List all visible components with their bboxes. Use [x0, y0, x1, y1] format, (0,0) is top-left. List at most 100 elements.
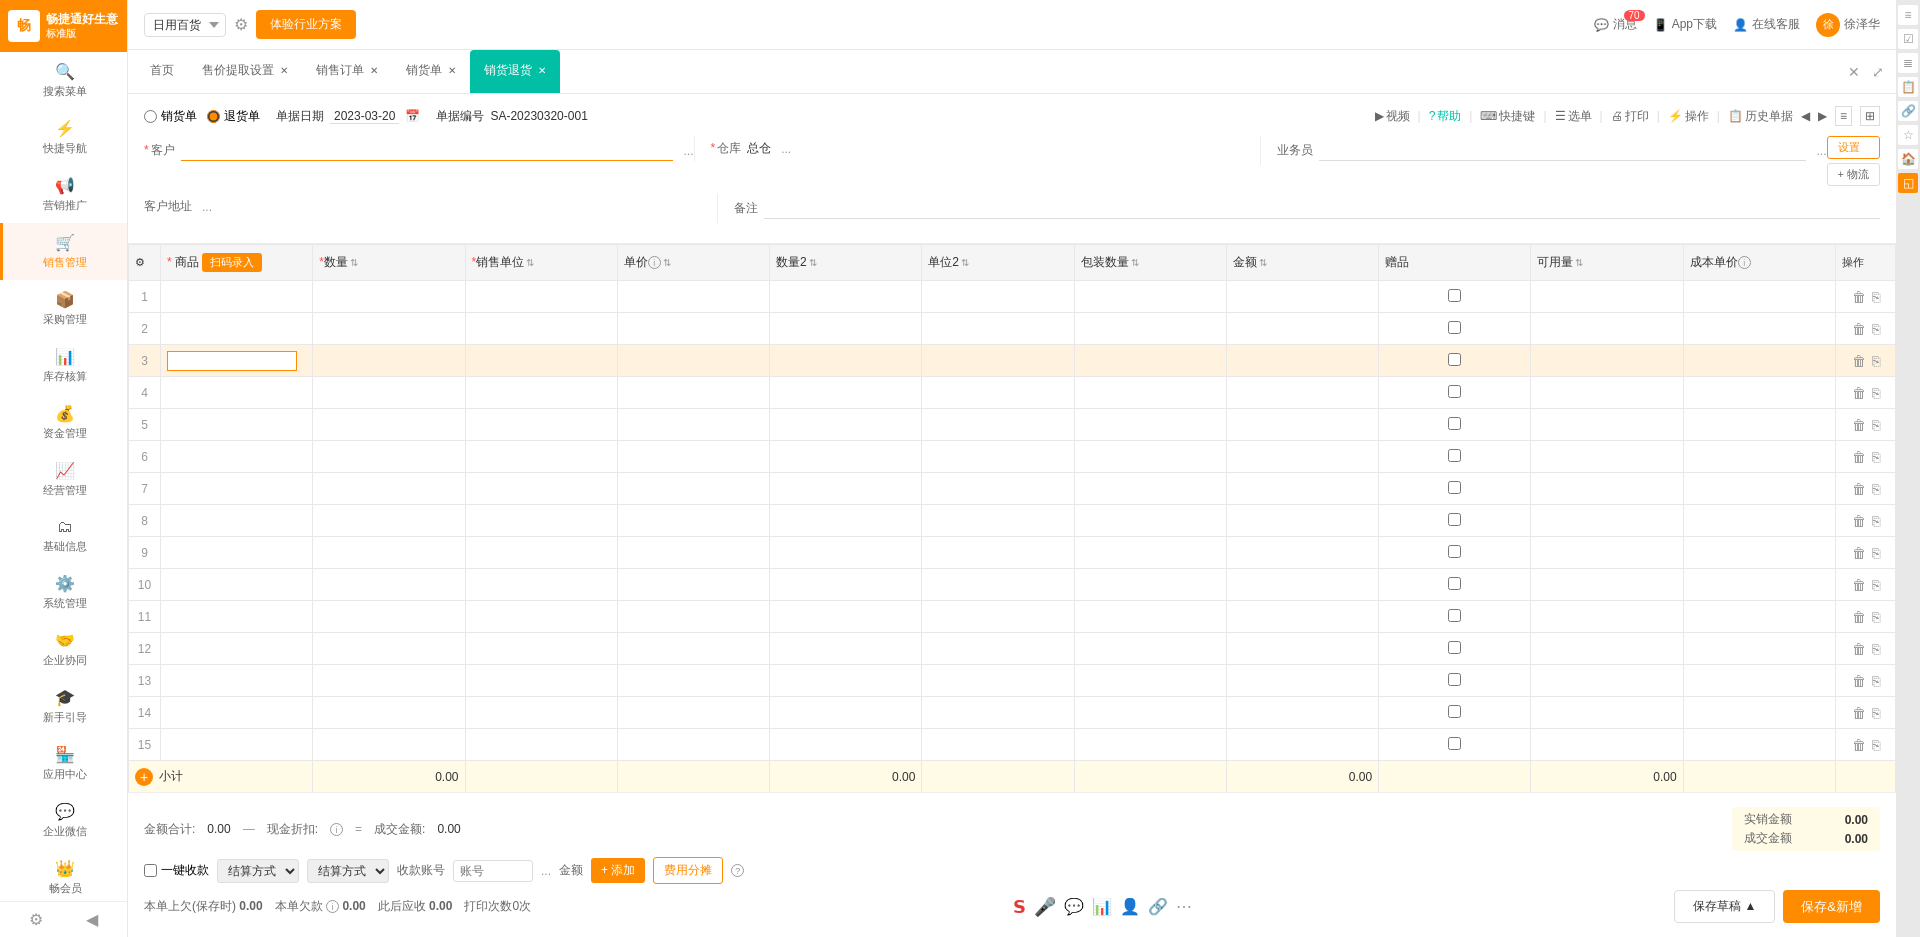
history-link[interactable]: 📋 历史单据	[1728, 108, 1793, 125]
row-unit2-7[interactable]	[922, 473, 1074, 505]
customer-input[interactable]	[181, 140, 674, 161]
row-unit2-12[interactable]	[922, 633, 1074, 665]
sidebar-item-appstore[interactable]: 🏪 应用中心	[0, 735, 127, 792]
row-price-4[interactable]	[617, 377, 769, 409]
row-amount-5[interactable]	[1226, 409, 1378, 441]
copy-row-15[interactable]: ⎘	[1872, 737, 1880, 753]
this-once-info[interactable]: i	[326, 900, 339, 913]
tab-sales-order[interactable]: 销售订单✕	[302, 50, 392, 93]
save-new-btn[interactable]: 保存&新增	[1783, 890, 1880, 923]
delete-row-10[interactable]: 🗑	[1852, 577, 1866, 593]
delete-row-2[interactable]: 🗑	[1852, 321, 1866, 337]
row-qty-6[interactable]	[313, 441, 465, 473]
rs-icon-active[interactable]: ◱	[1898, 173, 1918, 193]
row-unit-5[interactable]	[465, 409, 617, 441]
copy-row-1[interactable]: ⎘	[1872, 289, 1880, 305]
row-price-2[interactable]	[617, 313, 769, 345]
row-unit2-5[interactable]	[922, 409, 1074, 441]
row-unit-6[interactable]	[465, 441, 617, 473]
rs-icon-3[interactable]: ≣	[1898, 53, 1918, 73]
row-product-9[interactable]	[161, 537, 313, 569]
radio-sales[interactable]: 销货单	[144, 108, 197, 125]
row-cost-8[interactable]	[1683, 505, 1835, 537]
row-cost-7[interactable]	[1683, 473, 1835, 505]
unit-price-sort[interactable]: ⇅	[663, 257, 671, 268]
row-avail-10[interactable]	[1531, 569, 1683, 601]
row-product-12[interactable]	[161, 633, 313, 665]
copy-row-13[interactable]: ⎘	[1872, 673, 1880, 689]
row-product-11[interactable]	[161, 601, 313, 633]
row-unit-4[interactable]	[465, 377, 617, 409]
row-price-1[interactable]	[617, 281, 769, 313]
row-amount-12[interactable]	[1226, 633, 1378, 665]
copy-row-7[interactable]: ⎘	[1872, 481, 1880, 497]
copy-row-4[interactable]: ⎘	[1872, 385, 1880, 401]
unit-price-info[interactable]: i	[648, 256, 661, 269]
row-gift-11[interactable]	[1379, 601, 1531, 633]
tab-sales-return[interactable]: 销货退货✕	[470, 50, 560, 93]
copy-row-12[interactable]: ⎘	[1872, 641, 1880, 657]
delete-row-8[interactable]: 🗑	[1852, 513, 1866, 529]
row-cost-6[interactable]	[1683, 441, 1835, 473]
close-tab-sales[interactable]: ✕	[448, 65, 456, 76]
row-amount-7[interactable]	[1226, 473, 1378, 505]
row-product-7[interactable]	[161, 473, 313, 505]
sidebar-item-sales[interactable]: 🛒 销售管理	[0, 223, 127, 280]
online-service-item[interactable]: 👤 在线客服	[1733, 16, 1800, 33]
rs-icon-5[interactable]: 🔗	[1898, 101, 1918, 121]
row-cost-2[interactable]	[1683, 313, 1835, 345]
row-unit2-1[interactable]	[922, 281, 1074, 313]
row-cost-12[interactable]	[1683, 633, 1835, 665]
delete-row-15[interactable]: 🗑	[1852, 737, 1866, 753]
scan-btn[interactable]: 扫码录入	[202, 253, 262, 272]
copy-row-3[interactable]: ⎘	[1872, 353, 1880, 369]
row-avail-5[interactable]	[1531, 409, 1683, 441]
more-icon[interactable]: ⋯	[1176, 897, 1192, 916]
row-avail-11[interactable]	[1531, 601, 1683, 633]
close-tab-sales-order[interactable]: ✕	[370, 65, 378, 76]
row-qty-3[interactable]	[313, 345, 465, 377]
row-cost-4[interactable]	[1683, 377, 1835, 409]
row-qty-4[interactable]	[313, 377, 465, 409]
delete-row-3[interactable]: 🗑	[1852, 353, 1866, 369]
row-avail-14[interactable]	[1531, 697, 1683, 729]
row-avail-13[interactable]	[1531, 665, 1683, 697]
row-qty-14[interactable]	[313, 697, 465, 729]
salesperson-dots[interactable]: ...	[1816, 144, 1826, 158]
row-avail-8[interactable]	[1531, 505, 1683, 537]
row-qty2-2[interactable]	[770, 313, 922, 345]
customer-dots[interactable]: ...	[683, 144, 693, 158]
delete-row-5[interactable]: 🗑	[1852, 417, 1866, 433]
expand-tab-icon[interactable]: ⤢	[1868, 60, 1888, 84]
row-product-10[interactable]	[161, 569, 313, 601]
radio-return[interactable]: 退货单	[207, 108, 260, 125]
row-unit2-9[interactable]	[922, 537, 1074, 569]
unit2-sort[interactable]: ⇅	[961, 257, 969, 268]
row-price-7[interactable]	[617, 473, 769, 505]
date-value[interactable]: 2023-03-20	[330, 109, 399, 124]
collapse-icon[interactable]: ◀	[86, 910, 98, 929]
row-gift-9[interactable]	[1379, 537, 1531, 569]
row-price-14[interactable]	[617, 697, 769, 729]
delete-row-11[interactable]: 🗑	[1852, 609, 1866, 625]
row-unit2-6[interactable]	[922, 441, 1074, 473]
copy-row-2[interactable]: ⎘	[1872, 321, 1880, 337]
next-icon[interactable]: ▶	[1818, 109, 1827, 123]
copy-row-9[interactable]: ⎘	[1872, 545, 1880, 561]
row-packqty-1[interactable]	[1074, 281, 1226, 313]
discount-info-icon[interactable]: i	[330, 823, 343, 836]
row-unit-7[interactable]	[465, 473, 617, 505]
row-gift-10[interactable]	[1379, 569, 1531, 601]
row-avail-3[interactable]	[1531, 345, 1683, 377]
select-link[interactable]: ☰ 选单	[1555, 108, 1592, 125]
prev-icon[interactable]: ◀	[1801, 109, 1810, 123]
delete-row-12[interactable]: 🗑	[1852, 641, 1866, 657]
delete-row-13[interactable]: 🗑	[1852, 673, 1866, 689]
row-amount-14[interactable]	[1226, 697, 1378, 729]
salesperson-input[interactable]	[1319, 140, 1806, 161]
row-gift-13[interactable]	[1379, 665, 1531, 697]
row-qty2-6[interactable]	[770, 441, 922, 473]
cost-price-info[interactable]: i	[1738, 256, 1751, 269]
row-qty-15[interactable]	[313, 729, 465, 761]
row-gift-6[interactable]	[1379, 441, 1531, 473]
